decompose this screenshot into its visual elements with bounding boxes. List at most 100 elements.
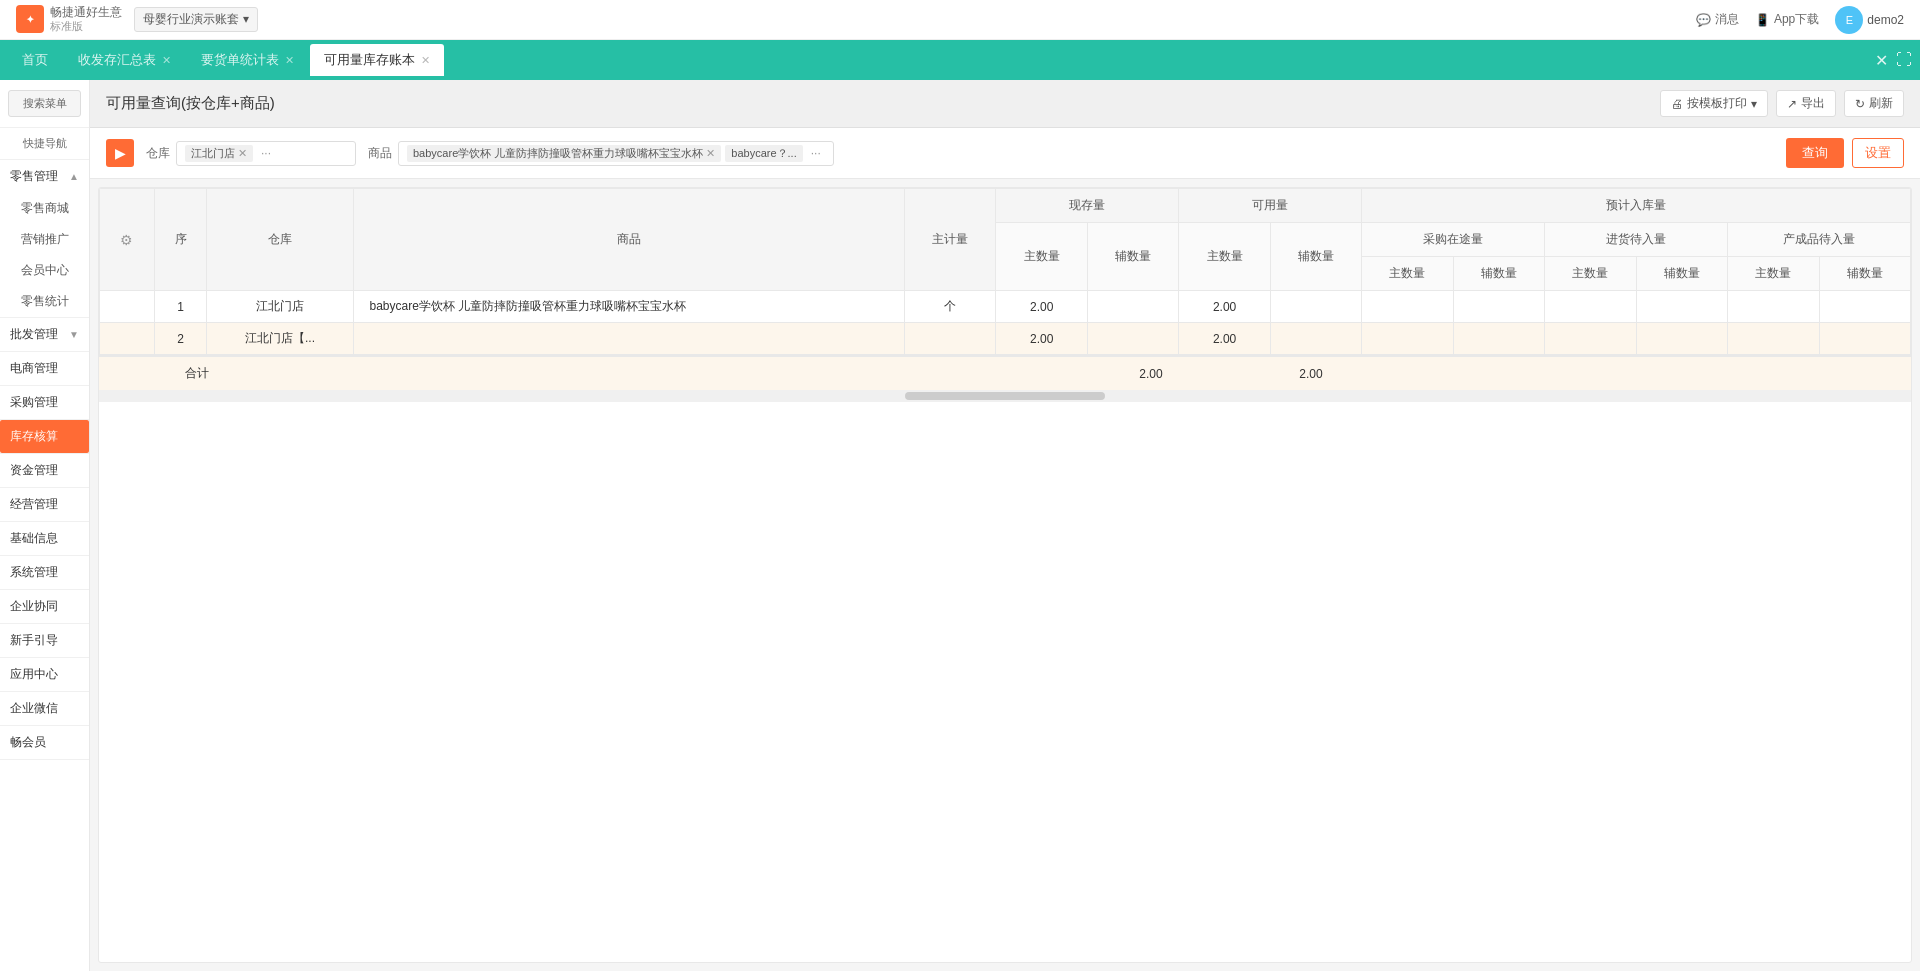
warehouse-remove-icon[interactable]: ✕ xyxy=(238,147,247,160)
print-icon: 🖨 xyxy=(1671,97,1683,111)
row2-pur-main xyxy=(1362,323,1453,355)
sidebar-group-system-label: 系统管理 xyxy=(10,564,58,581)
tab-order-stats-close[interactable]: ✕ xyxy=(285,54,294,67)
sidebar-group-newbie-header[interactable]: 新手引导 xyxy=(0,624,89,657)
sidebar-group-retail-label: 零售管理 xyxy=(10,168,58,185)
sidebar-group-newbie: 新手引导 xyxy=(0,624,89,658)
sidebar-group-system-header[interactable]: 系统管理 xyxy=(0,556,89,589)
message-action[interactable]: 💬 消息 xyxy=(1696,11,1739,28)
sidebar-group-ecommerce-header[interactable]: 电商管理 xyxy=(0,352,89,385)
sidebar-group-basics: 基础信息 xyxy=(0,522,89,556)
query-btn[interactable]: 查询 xyxy=(1786,138,1844,168)
sidebar-group-app-center: 应用中心 xyxy=(0,658,89,692)
logo-icon: ✦ xyxy=(16,5,44,33)
sidebar-group-enterprise-header[interactable]: 企业协同 xyxy=(0,590,89,623)
chevron-down-icon: ▾ xyxy=(243,12,249,26)
sidebar-group-purchase-header[interactable]: 采购管理 xyxy=(0,386,89,419)
product-remove-1-icon[interactable]: ✕ xyxy=(706,147,715,160)
sidebar-group-changhui-header[interactable]: 畅会员 xyxy=(0,726,89,759)
page-title: 可用量查询(按仓库+商品) xyxy=(106,94,275,113)
sidebar-group-inventory-header[interactable]: 库存核算 xyxy=(0,420,89,453)
sidebar-group-finance-header[interactable]: 资金管理 xyxy=(0,454,89,487)
tab-available-stock-close[interactable]: ✕ xyxy=(421,54,430,67)
warehouse-input[interactable]: 江北门店 ✕ ··· xyxy=(176,141,356,166)
sidebar-item-retail-stats[interactable]: 零售统计 xyxy=(0,286,89,317)
header-right: 💬 消息 📱 App下载 E demo2 xyxy=(1696,6,1904,34)
sidebar-group-changhui-label: 畅会员 xyxy=(10,734,46,751)
avatar: E xyxy=(1835,6,1863,34)
row1-stock-main: 2.00 xyxy=(996,291,1087,323)
filter-toggle-btn[interactable]: ▶ xyxy=(106,139,134,167)
app-download-label: App下载 xyxy=(1774,11,1819,28)
row2-stock-main: 2.00 xyxy=(996,323,1087,355)
sidebar-group-basics-header[interactable]: 基础信息 xyxy=(0,522,89,555)
chevron-down-icon: ▾ xyxy=(1751,97,1757,111)
page-header: 可用量查询(按仓库+商品) 🖨 按模板打印 ▾ ↗ 导出 ↻ 刷新 xyxy=(90,80,1920,128)
tab-stock-summary-close[interactable]: ✕ xyxy=(162,54,171,67)
row1-available-main: 2.00 xyxy=(1179,291,1270,323)
sidebar-item-marketing[interactable]: 营销推广 xyxy=(0,224,89,255)
col-settings-header: ⚙ xyxy=(100,189,155,291)
message-label: 消息 xyxy=(1715,11,1739,28)
chevron-down-icon: ▼ xyxy=(69,329,79,340)
print-template-btn[interactable]: 🖨 按模板打印 ▾ xyxy=(1660,90,1768,117)
sidebar-item-retail-mall[interactable]: 零售商城 xyxy=(0,193,89,224)
col-available-main: 主数量 xyxy=(1179,223,1270,291)
sidebar-group-wholesale-header[interactable]: 批发管理 ▼ xyxy=(0,318,89,351)
sidebar-group-retail-header[interactable]: 零售管理 ▲ xyxy=(0,160,89,193)
table-row: 2 江北门店【... 2.00 2.00 xyxy=(100,323,1911,355)
user-area[interactable]: E demo2 xyxy=(1835,6,1904,34)
export-btn[interactable]: ↗ 导出 xyxy=(1776,90,1836,117)
sidebar-group-wechat-header[interactable]: 企业微信 xyxy=(0,692,89,725)
row1-product: babycare学饮杯 儿童防摔防撞吸管杯重力球吸嘴杯宝宝水杯 xyxy=(353,291,904,323)
warehouse-more-icon[interactable]: ··· xyxy=(257,146,275,160)
settings-icon[interactable]: ⚙ xyxy=(120,232,133,248)
col-prod-main: 主数量 xyxy=(1728,257,1819,291)
sidebar-group-ecommerce: 电商管理 xyxy=(0,352,89,386)
row2-warehouse: 江北门店【... xyxy=(207,323,353,355)
warehouse-tag-text: 江北门店 xyxy=(191,146,235,161)
row1-prod-main xyxy=(1728,291,1819,323)
sidebar-group-operations-header[interactable]: 经营管理 xyxy=(0,488,89,521)
refresh-btn[interactable]: ↻ 刷新 xyxy=(1844,90,1904,117)
logo-text-area: 畅捷通好生意 标准版 xyxy=(50,5,122,34)
col-available-aux: 辅数量 xyxy=(1270,223,1361,291)
row1-goods-aux xyxy=(1636,291,1727,323)
sidebar-group-system: 系统管理 xyxy=(0,556,89,590)
sidebar-quick-nav[interactable]: 快捷导航 xyxy=(0,128,89,160)
row1-pur-main xyxy=(1362,291,1453,323)
search-menu-btn[interactable]: 搜索菜单 xyxy=(8,90,81,117)
product-more-icon[interactable]: ··· xyxy=(807,146,825,160)
row2-stock-aux xyxy=(1087,323,1178,355)
sidebar-item-member-center[interactable]: 会员中心 xyxy=(0,255,89,286)
sidebar-group-changhui: 畅会员 xyxy=(0,726,89,760)
header-left: ✦ 畅捷通好生意 标准版 母婴行业演示账套 ▾ xyxy=(16,5,258,34)
maximize-icon[interactable]: ⛶ xyxy=(1896,51,1912,69)
warehouse-tag: 江北门店 ✕ xyxy=(185,145,253,162)
tab-order-stats[interactable]: 要货单统计表 ✕ xyxy=(187,44,308,76)
chevron-up-icon: ▲ xyxy=(69,171,79,182)
tab-available-stock[interactable]: 可用量库存账本 ✕ xyxy=(310,44,444,76)
message-icon: 💬 xyxy=(1696,13,1711,27)
table-container[interactable]: ⚙ 序 仓库 商品 主计量 现存量 可用量 预计入库量 主数量 辅数量 主数量 xyxy=(98,187,1912,963)
app-download-action[interactable]: 📱 App下载 xyxy=(1755,11,1819,28)
sidebar-group-finance-label: 资金管理 xyxy=(10,462,58,479)
col-warehouse-header: 仓库 xyxy=(207,189,353,291)
sidebar-group-app-center-header[interactable]: 应用中心 xyxy=(0,658,89,691)
col-planned-header: 预计入库量 xyxy=(1362,189,1911,223)
col-available-header: 可用量 xyxy=(1179,189,1362,223)
row2-available-aux xyxy=(1270,323,1361,355)
industry-selector[interactable]: 母婴行业演示账套 ▾ xyxy=(134,7,258,32)
product-tag-2-text: babycare？... xyxy=(731,146,796,161)
product-tag-2: babycare？... xyxy=(725,145,802,162)
settings-btn[interactable]: 设置 xyxy=(1852,138,1904,168)
tab-home[interactable]: 首页 xyxy=(8,44,62,76)
sidebar-group-newbie-label: 新手引导 xyxy=(10,632,58,649)
tab-stock-summary[interactable]: 收发存汇总表 ✕ xyxy=(64,44,185,76)
col-prod-aux: 辅数量 xyxy=(1819,257,1911,291)
table-row: 1 江北门店 babycare学饮杯 儿童防摔防撞吸管杯重力球吸嘴杯宝宝水杯 个… xyxy=(100,291,1911,323)
page-actions: 🖨 按模板打印 ▾ ↗ 导出 ↻ 刷新 xyxy=(1660,90,1904,117)
close-all-icon[interactable]: ✕ xyxy=(1875,51,1888,70)
product-input[interactable]: babycare学饮杯 儿童防摔防撞吸管杯重力球吸嘴杯宝宝水杯 ✕ babyca… xyxy=(398,141,834,166)
row1-stock-aux xyxy=(1087,291,1178,323)
